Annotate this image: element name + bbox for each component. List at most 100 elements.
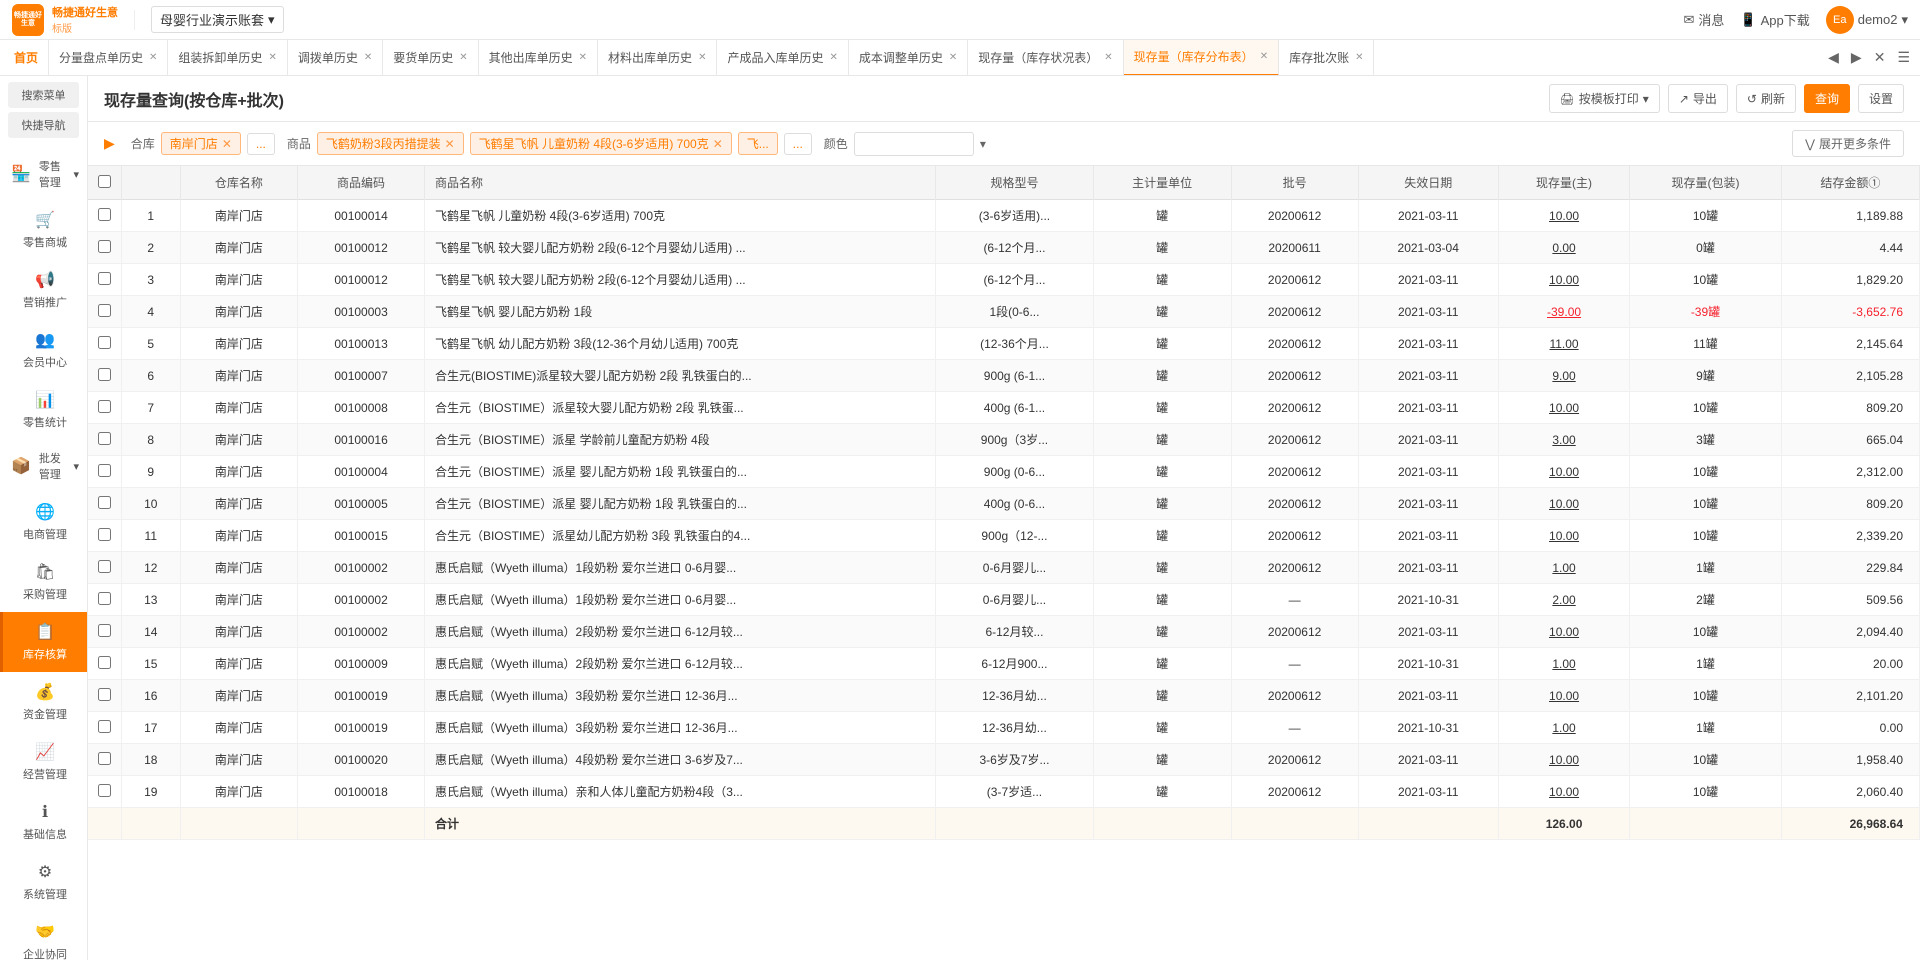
- expand-conditions-btn[interactable]: ⋁ 展开更多条件: [1792, 130, 1904, 157]
- product-tag-1[interactable]: 飞鹤星飞帆 儿童奶粉 4段(3-6岁适用) 700克 ✕: [470, 132, 732, 155]
- messages-btn[interactable]: ✉ 消息: [1683, 10, 1724, 29]
- row-checkbox[interactable]: [98, 528, 111, 541]
- chevron-down-icon-color[interactable]: ▾: [980, 137, 986, 151]
- row-qty-main[interactable]: 10.00: [1498, 200, 1629, 232]
- sidebar-item-marketing[interactable]: 📢 营销推广: [0, 260, 87, 320]
- row-checkbox-cell[interactable]: [88, 264, 122, 296]
- row-checkbox-cell[interactable]: [88, 296, 122, 328]
- template-print-btn[interactable]: 🖨 按模板打印 ▾: [1549, 84, 1660, 113]
- row-checkbox[interactable]: [98, 368, 111, 381]
- warehouse-more-btn[interactable]: ...: [247, 133, 275, 155]
- enterprise-selector[interactable]: 母婴行业演示账套 ▾: [151, 6, 284, 33]
- row-checkbox[interactable]: [98, 624, 111, 637]
- row-checkbox-cell[interactable]: [88, 680, 122, 712]
- sidebar-item-basic-info[interactable]: ℹ 基础信息: [0, 792, 87, 852]
- row-qty-main[interactable]: 1.00: [1498, 712, 1629, 744]
- row-checkbox-cell[interactable]: [88, 488, 122, 520]
- tab-request[interactable]: 要货单历史 ✕: [383, 40, 478, 76]
- row-checkbox-cell[interactable]: [88, 232, 122, 264]
- row-checkbox-cell[interactable]: [88, 360, 122, 392]
- row-qty-main[interactable]: 10.00: [1498, 392, 1629, 424]
- row-qty-main[interactable]: 10.00: [1498, 520, 1629, 552]
- select-all-checkbox[interactable]: [98, 175, 111, 188]
- row-checkbox[interactable]: [98, 656, 111, 669]
- tab-home[interactable]: 首页: [4, 40, 49, 76]
- row-qty-main[interactable]: 10.00: [1498, 264, 1629, 296]
- tab-product-in[interactable]: 产成品入库单历史 ✕: [717, 40, 848, 76]
- product-tag-1-remove[interactable]: ✕: [713, 137, 723, 151]
- tab-material-out[interactable]: 材料出库单历史 ✕: [598, 40, 717, 76]
- settings-btn[interactable]: 设置: [1858, 84, 1904, 113]
- row-qty-main[interactable]: 10.00: [1498, 488, 1629, 520]
- sidebar-item-retail-shop[interactable]: 🛒 零售商城: [0, 200, 87, 260]
- row-checkbox-cell[interactable]: [88, 648, 122, 680]
- refresh-btn[interactable]: ↺ 刷新: [1736, 84, 1796, 113]
- row-qty-main[interactable]: 2.00: [1498, 584, 1629, 616]
- app-download-btn[interactable]: 📱 App下载: [1740, 10, 1809, 29]
- row-checkbox-cell[interactable]: [88, 552, 122, 584]
- row-checkbox[interactable]: [98, 560, 111, 573]
- row-checkbox-cell[interactable]: [88, 200, 122, 232]
- sidebar-item-enterprise-collab[interactable]: 🤝 企业协同: [0, 912, 87, 960]
- sidebar-item-inventory-check[interactable]: 📋 库存核算: [0, 612, 87, 672]
- tab-prev-btn[interactable]: ◀: [1822, 40, 1845, 76]
- tab-next-btn[interactable]: ▶: [1845, 40, 1868, 76]
- row-checkbox[interactable]: [98, 432, 111, 445]
- row-qty-main[interactable]: 10.00: [1498, 616, 1629, 648]
- sidebar-item-wholesale-mgmt[interactable]: 📦 批发管理 ▾: [0, 440, 87, 492]
- product-tag-2[interactable]: 飞...: [738, 132, 778, 155]
- tab-close-icon[interactable]: ✕: [364, 52, 372, 63]
- row-qty-main[interactable]: 1.00: [1498, 552, 1629, 584]
- sidebar-item-system[interactable]: ⚙ 系统管理: [0, 852, 87, 912]
- row-checkbox[interactable]: [98, 240, 111, 253]
- tab-close-icon[interactable]: ✕: [949, 52, 957, 63]
- tab-close-icon[interactable]: ✕: [1260, 51, 1268, 62]
- tab-close-icon[interactable]: ✕: [698, 52, 706, 63]
- row-checkbox[interactable]: [98, 688, 111, 701]
- tab-other-out[interactable]: 其他出库单历史 ✕: [479, 40, 598, 76]
- row-qty-main[interactable]: 0.00: [1498, 232, 1629, 264]
- row-qty-main[interactable]: 1.00: [1498, 648, 1629, 680]
- tab-close-icon[interactable]: ✕: [1104, 52, 1112, 63]
- row-checkbox[interactable]: [98, 464, 111, 477]
- row-checkbox[interactable]: [98, 784, 111, 797]
- row-checkbox-cell[interactable]: [88, 776, 122, 808]
- row-checkbox-cell[interactable]: [88, 616, 122, 648]
- color-input[interactable]: [854, 132, 974, 156]
- tab-cost-adjust[interactable]: 成本调整单历史 ✕: [849, 40, 968, 76]
- row-checkbox-cell[interactable]: [88, 456, 122, 488]
- row-checkbox-cell[interactable]: [88, 712, 122, 744]
- search-menu-btn[interactable]: 搜索菜单: [8, 82, 79, 108]
- row-qty-main[interactable]: 10.00: [1498, 776, 1629, 808]
- tab-split-inventory[interactable]: 分量盘点单历史 ✕: [49, 40, 168, 76]
- row-checkbox[interactable]: [98, 272, 111, 285]
- sidebar-item-purchase[interactable]: 🛍 采购管理: [0, 552, 87, 612]
- row-checkbox-cell[interactable]: [88, 328, 122, 360]
- tab-close-icon[interactable]: ✕: [1355, 52, 1363, 63]
- tab-close-icon[interactable]: ✕: [579, 52, 587, 63]
- row-qty-main[interactable]: 10.00: [1498, 456, 1629, 488]
- user-area[interactable]: Ea demo2 ▾: [1826, 6, 1908, 34]
- sidebar-item-operations[interactable]: 📈 经营管理: [0, 732, 87, 792]
- warehouse-tag-remove[interactable]: ✕: [222, 137, 232, 151]
- tab-close-icon[interactable]: ✕: [829, 52, 837, 63]
- tab-close-icon[interactable]: ✕: [459, 52, 467, 63]
- filter-expand-icon[interactable]: ▶: [104, 135, 115, 152]
- product-tag-0[interactable]: 飞鹤奶粉3段丙措提装 ✕: [317, 132, 464, 155]
- row-checkbox[interactable]: [98, 752, 111, 765]
- sidebar-item-retail-stats[interactable]: 📊 零售统计: [0, 380, 87, 440]
- product-more-btn[interactable]: ...: [784, 133, 812, 155]
- product-tag-0-remove[interactable]: ✕: [445, 137, 455, 151]
- row-qty-main[interactable]: 3.00: [1498, 424, 1629, 456]
- row-checkbox[interactable]: [98, 208, 111, 221]
- row-checkbox[interactable]: [98, 720, 111, 733]
- sidebar-item-retail-management[interactable]: 🏪 零售管理 ▾: [0, 148, 87, 200]
- query-btn[interactable]: 查询: [1804, 84, 1850, 113]
- row-qty-main[interactable]: -39.00: [1498, 296, 1629, 328]
- row-checkbox-cell[interactable]: [88, 392, 122, 424]
- tab-assembly[interactable]: 组装拆卸单历史 ✕: [168, 40, 287, 76]
- tab-close-all-btn[interactable]: ✕: [1868, 40, 1892, 76]
- row-checkbox[interactable]: [98, 496, 111, 509]
- row-qty-main[interactable]: 10.00: [1498, 680, 1629, 712]
- row-qty-main[interactable]: 11.00: [1498, 328, 1629, 360]
